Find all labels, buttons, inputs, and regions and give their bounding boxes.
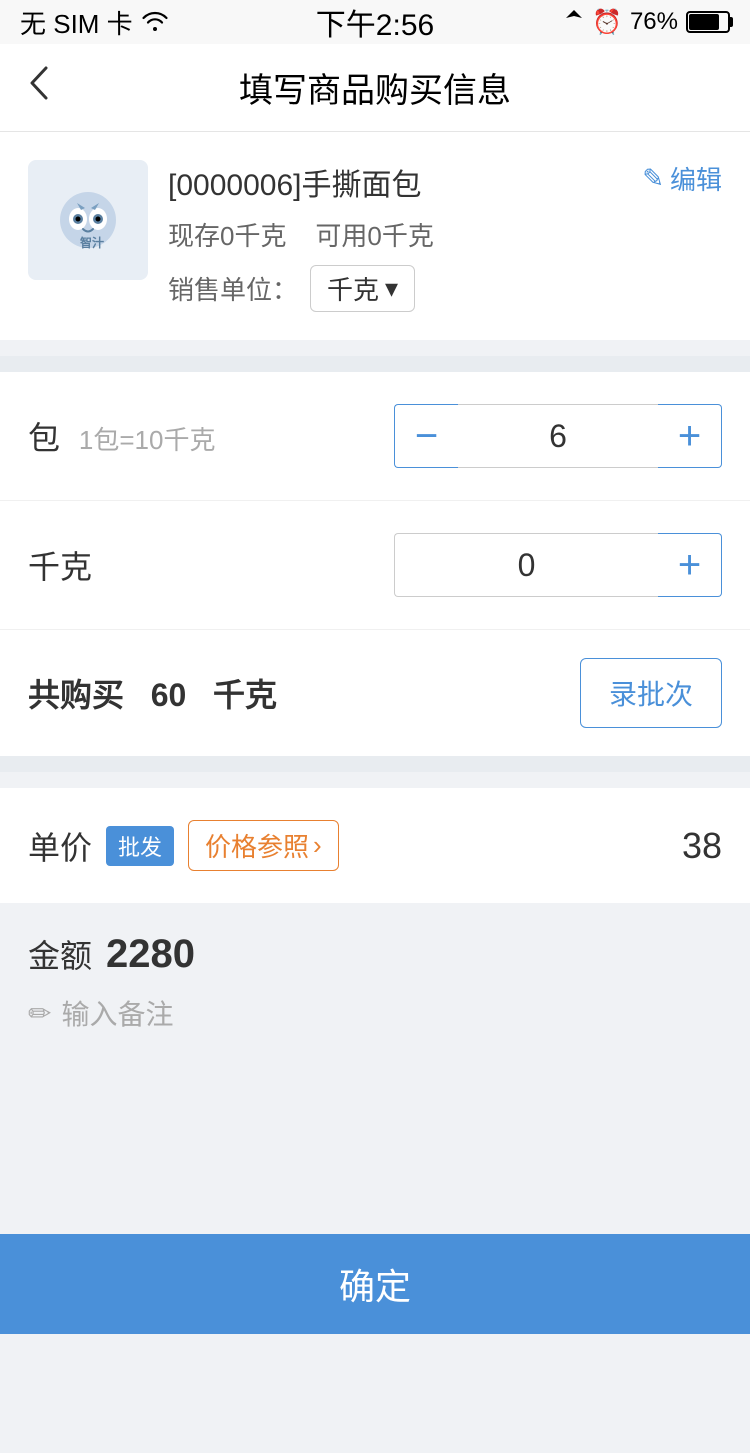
edit-button[interactable]: ✎ 编辑 bbox=[642, 160, 722, 197]
price-label: 单价 bbox=[28, 823, 92, 869]
amount-label: 金额 bbox=[28, 931, 92, 977]
unit-dropdown-icon: ▾ bbox=[385, 273, 398, 304]
battery-bar bbox=[686, 11, 730, 33]
amount-value: 2280 bbox=[106, 932, 195, 977]
total-text: 共购买 60 千克 bbox=[28, 670, 277, 716]
bao-quantity-control: − + bbox=[394, 404, 722, 468]
kg-quantity-control: + bbox=[394, 533, 722, 597]
bao-label: 包 1包=10千克 bbox=[28, 413, 394, 459]
edit-label: 编辑 bbox=[670, 160, 722, 197]
battery-fill bbox=[689, 14, 719, 30]
bao-minus-button[interactable]: − bbox=[394, 404, 458, 468]
wifi-icon bbox=[141, 7, 169, 38]
kg-label: 千克 bbox=[28, 542, 394, 588]
batch-button[interactable]: 录批次 bbox=[580, 658, 722, 728]
alarm-icon: ⏰ bbox=[592, 8, 622, 37]
stock-current: 现存0千克 bbox=[168, 221, 286, 251]
quantity-section: 包 1包=10千克 − + 千克 + bbox=[0, 372, 750, 756]
total-row: 共购买 60 千克 录批次 bbox=[0, 630, 750, 756]
confirm-label: 确定 bbox=[339, 1258, 411, 1310]
section-divider-2 bbox=[0, 756, 750, 772]
confirm-button[interactable]: 确定 bbox=[0, 1234, 750, 1334]
price-ref-label: 价格参照 bbox=[205, 827, 309, 864]
product-stock: 现存0千克 可用0千克 bbox=[168, 216, 722, 253]
bao-plus-button[interactable]: + bbox=[658, 404, 722, 468]
svg-text:智汁: 智汁 bbox=[79, 235, 104, 250]
section-divider-1 bbox=[0, 356, 750, 372]
remark-placeholder: 输入备注 bbox=[61, 993, 173, 1033]
price-ref-arrow: › bbox=[313, 830, 322, 861]
price-value: 38 bbox=[682, 825, 722, 867]
price-reference-button[interactable]: 价格参照 › bbox=[188, 820, 339, 871]
bao-quantity-input[interactable] bbox=[458, 404, 658, 468]
bao-quantity-row: 包 1包=10千克 − + bbox=[0, 372, 750, 501]
price-row: 单价 批发 价格参照 › 38 bbox=[28, 820, 722, 871]
kg-plus-button[interactable]: + bbox=[658, 533, 722, 597]
carrier-text: 无 SIM 卡 bbox=[20, 4, 133, 41]
total-value: 60 bbox=[151, 677, 187, 713]
edit-icon: ✎ bbox=[642, 163, 664, 194]
price-section: 单价 批发 价格参照 › 38 bbox=[0, 788, 750, 903]
price-tag: 批发 bbox=[106, 826, 174, 866]
stock-available: 可用0千克 bbox=[315, 221, 433, 251]
nav-bar: 填写商品购买信息 bbox=[0, 44, 750, 132]
product-unit-row: 销售单位： 千克 ▾ bbox=[168, 265, 722, 312]
remark-row[interactable]: ✏ 输入备注 bbox=[28, 993, 722, 1033]
unit-select[interactable]: 千克 ▾ bbox=[310, 265, 415, 312]
unit-value: 千克 bbox=[327, 270, 379, 307]
kg-quantity-row: 千克 + bbox=[0, 501, 750, 630]
total-unit: 千克 bbox=[213, 677, 277, 713]
back-button[interactable] bbox=[28, 64, 50, 111]
total-label: 共购买 bbox=[28, 677, 124, 713]
bao-hint: 1包=10千克 bbox=[79, 425, 216, 455]
location-icon bbox=[564, 8, 584, 37]
status-time: 下午2:56 bbox=[316, 0, 434, 44]
pencil-icon: ✏ bbox=[28, 997, 51, 1030]
kg-quantity-input[interactable] bbox=[394, 533, 658, 597]
status-bar: 无 SIM 卡 下午2:56 ⏰ 76% bbox=[0, 0, 750, 44]
battery-pct: 76% bbox=[630, 8, 678, 36]
unit-label: 销售单位： bbox=[168, 270, 298, 307]
amount-row: 金额 2280 bbox=[28, 931, 722, 977]
status-left: 无 SIM 卡 bbox=[20, 4, 169, 41]
product-info: [0000006]手撕面包 现存0千克 可用0千克 销售单位： 千克 ▾ bbox=[168, 160, 722, 312]
product-card: 智汁 [0000006]手撕面包 现存0千克 可用0千克 销售单位： 千克 ▾ … bbox=[0, 132, 750, 340]
product-image: 智汁 bbox=[28, 160, 148, 280]
amount-section: 金额 2280 ✏ 输入备注 bbox=[0, 903, 750, 1053]
status-right: ⏰ 76% bbox=[564, 8, 730, 37]
page-title: 填写商品购买信息 bbox=[239, 63, 511, 112]
product-name: [0000006]手撕面包 bbox=[168, 160, 722, 204]
